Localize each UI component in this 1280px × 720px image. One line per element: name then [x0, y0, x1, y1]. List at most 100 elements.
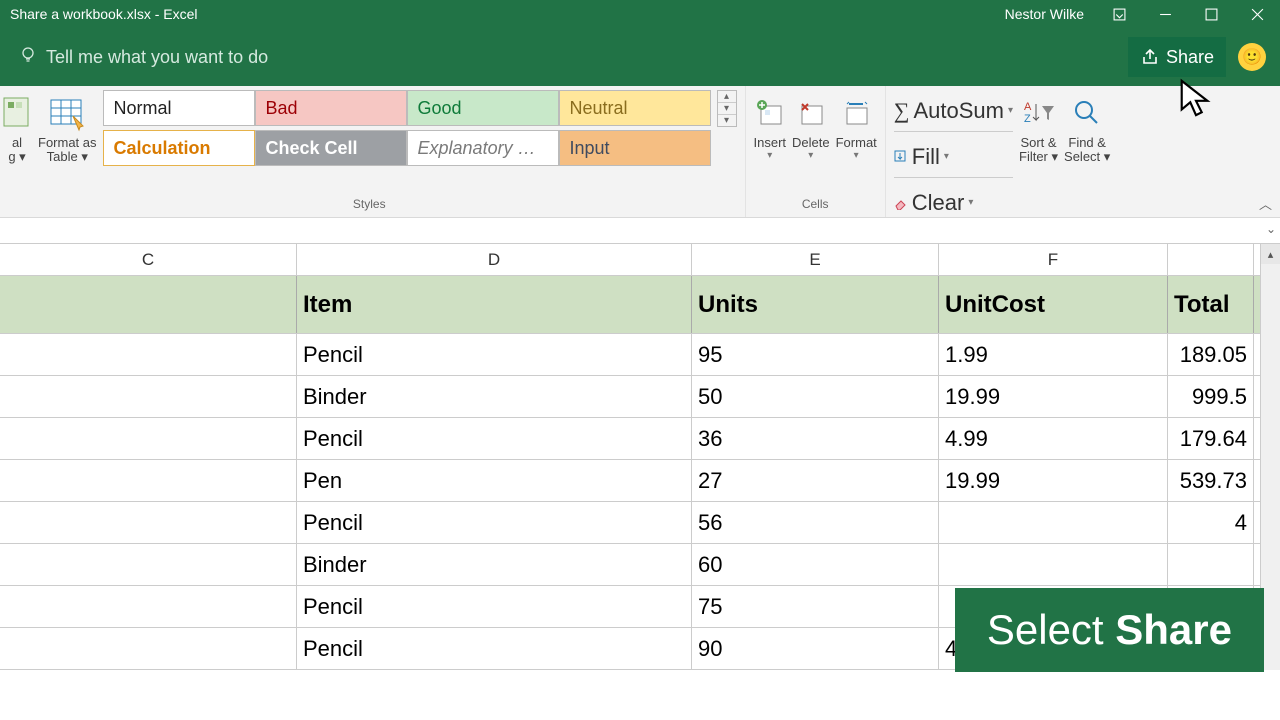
tell-me-input[interactable]: Tell me what you want to do	[46, 47, 268, 68]
scroll-up-icon[interactable]: ▴	[1261, 244, 1280, 264]
cell[interactable]: 999.5	[1168, 376, 1254, 417]
cell[interactable]: Pen	[297, 460, 692, 501]
cell[interactable]	[1168, 544, 1254, 585]
cell[interactable]: Pencil	[297, 502, 692, 543]
cell[interactable]: Pencil	[297, 334, 692, 375]
header-item[interactable]: Item	[297, 276, 692, 333]
styles-scroll[interactable]: ▴ ▾ ▾	[717, 90, 737, 127]
cell[interactable]	[939, 502, 1168, 543]
col-header-d[interactable]: D	[297, 244, 692, 275]
header-total[interactable]: Total	[1168, 276, 1254, 333]
table-row[interactable]: Pencil364.99179.64	[0, 418, 1280, 460]
cell[interactable]: 56	[692, 502, 939, 543]
tell-me-bar: Tell me what you want to do Share 🙂	[0, 28, 1280, 86]
mouse-cursor-icon	[1178, 78, 1214, 118]
svg-text:Z: Z	[1024, 113, 1031, 125]
table-header-row[interactable]: Item Units UnitCost Total	[0, 276, 1280, 334]
table-row[interactable]: Pencil951.99189.05	[0, 334, 1280, 376]
cell[interactable]: 189.05	[1168, 334, 1254, 375]
col-header-g[interactable]	[1168, 244, 1254, 275]
cell-style-option[interactable]: Good	[407, 90, 559, 126]
cell[interactable]: 19.99	[939, 460, 1168, 501]
cells-group: Insert▾ Delete▾ Format▾ Cells	[746, 86, 886, 217]
cell[interactable]	[0, 502, 297, 543]
editing-group: ∑AutoSum ▾ Fill ▾ Clear ▾ AZ Sort & Filt…	[886, 86, 1119, 217]
maximize-icon[interactable]	[1188, 0, 1234, 28]
share-icon	[1140, 47, 1160, 67]
cell[interactable]: 90	[692, 628, 939, 669]
cell-styles-gallery[interactable]: Normal CalculationBad Check CellGood Explan…	[103, 90, 711, 166]
cell[interactable]: 4.99	[939, 418, 1168, 459]
cell[interactable]: Pencil	[297, 586, 692, 627]
cell[interactable]	[0, 460, 297, 501]
expand-formula-bar-icon[interactable]: ⌄	[1266, 222, 1276, 236]
cell-style-option[interactable]: Normal	[103, 90, 255, 126]
cell[interactable]	[0, 418, 297, 459]
cell[interactable]: 36	[692, 418, 939, 459]
svg-text:A: A	[1024, 101, 1032, 113]
conditional-formatting-button[interactable]: al g ▾	[2, 90, 32, 165]
fill-button[interactable]: Fill ▾	[894, 136, 1013, 178]
format-as-table-button[interactable]: Format as Table ▾	[38, 90, 97, 165]
format-button[interactable]: Format▾	[836, 90, 877, 161]
autosum-button[interactable]: ∑AutoSum ▾	[894, 90, 1013, 132]
table-row[interactable]: Binder5019.99999.5	[0, 376, 1280, 418]
cell[interactable]: 50	[692, 376, 939, 417]
close-icon[interactable]	[1234, 0, 1280, 28]
formula-bar[interactable]: ⌄	[0, 218, 1280, 244]
cell[interactable]	[939, 544, 1168, 585]
cell[interactable]	[0, 334, 297, 375]
cell-style-option[interactable]: Explanatory …	[407, 130, 559, 166]
signed-in-user[interactable]: Nestor Wilke	[993, 6, 1096, 22]
share-button[interactable]: Share	[1128, 37, 1226, 77]
cell[interactable]: 60	[692, 544, 939, 585]
cell[interactable]: Binder	[297, 376, 692, 417]
cell-style-option[interactable]: Bad	[255, 90, 407, 126]
expand-gallery-icon[interactable]: ▾	[718, 115, 736, 126]
collapse-ribbon-icon[interactable]: ︿	[1259, 194, 1272, 213]
cell-style-option[interactable]: Calculation	[103, 130, 255, 166]
scroll-down-icon[interactable]: ▾	[718, 103, 736, 115]
group-label-styles: Styles	[353, 193, 386, 217]
table-row[interactable]: Binder60	[0, 544, 1280, 586]
lightbulb-icon	[18, 45, 38, 70]
feedback-smiley-icon[interactable]: 🙂	[1238, 43, 1266, 71]
cell[interactable]: 27	[692, 460, 939, 501]
cell[interactable]	[0, 586, 297, 627]
minimize-icon[interactable]	[1142, 0, 1188, 28]
cell[interactable]: 539.73	[1168, 460, 1254, 501]
ribbon-display-icon[interactable]	[1096, 0, 1142, 28]
insert-button[interactable]: Insert▾	[754, 90, 787, 161]
sort-filter-button[interactable]: AZ Sort & Filter ▾	[1019, 90, 1058, 165]
delete-button[interactable]: Delete▾	[792, 90, 830, 161]
col-header-c[interactable]: C	[0, 244, 297, 275]
title-bar: Share a workbook.xlsx - Excel Nestor Wil…	[0, 0, 1280, 28]
instruction-overlay: Select Share	[955, 588, 1264, 672]
col-header-f[interactable]: F	[939, 244, 1168, 275]
find-select-button[interactable]: Find & Select ▾	[1064, 90, 1110, 165]
col-header-e[interactable]: E	[692, 244, 939, 275]
scroll-up-icon[interactable]: ▴	[718, 91, 736, 103]
cell[interactable]: 4	[1168, 502, 1254, 543]
cell[interactable]: 75	[692, 586, 939, 627]
cell[interactable]	[0, 544, 297, 585]
cell-style-option[interactable]: Check Cell	[255, 130, 407, 166]
cell[interactable]: 1.99	[939, 334, 1168, 375]
window-title: Share a workbook.xlsx - Excel	[0, 6, 993, 22]
cell[interactable]: Pencil	[297, 628, 692, 669]
header-units[interactable]: Units	[692, 276, 939, 333]
table-row[interactable]: Pen2719.99539.73	[0, 460, 1280, 502]
cell[interactable]: 179.64	[1168, 418, 1254, 459]
cell[interactable]: Pencil	[297, 418, 692, 459]
cell-style-option[interactable]: Neutral	[559, 90, 711, 126]
cell[interactable]: 95	[692, 334, 939, 375]
table-row[interactable]: Pencil56 4	[0, 502, 1280, 544]
styles-group: al g ▾ Format as Table ▾ Normal Calculati…	[0, 86, 746, 217]
cell[interactable]	[0, 376, 297, 417]
cell-style-option[interactable]: Input	[559, 130, 711, 166]
cell[interactable]: Binder	[297, 544, 692, 585]
cell[interactable]	[0, 628, 297, 669]
header-unitcost[interactable]: UnitCost	[939, 276, 1168, 333]
column-headers[interactable]: C D E F	[0, 244, 1280, 276]
cell[interactable]: 19.99	[939, 376, 1168, 417]
